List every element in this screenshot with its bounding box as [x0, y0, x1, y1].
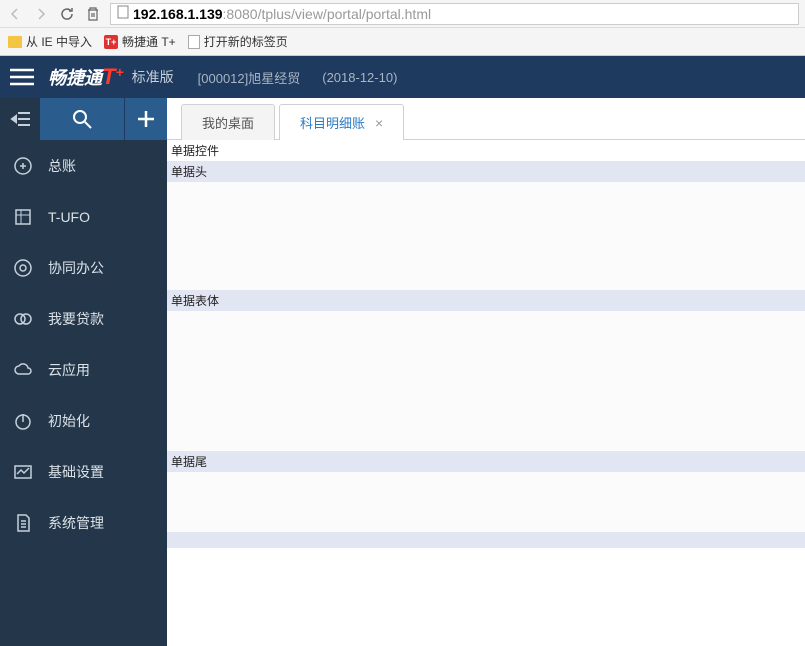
- sidebar-top-actions: [0, 98, 167, 140]
- content-area: 我的桌面 科目明细账 × 单据控件 单据头 单据表体 单据尾: [167, 98, 805, 646]
- date-info: (2018-12-10): [322, 70, 397, 85]
- document-header-body: [167, 182, 805, 290]
- hamburger-icon[interactable]: [10, 68, 34, 86]
- company-info: [000012]旭星经贸: [198, 68, 301, 87]
- document-area: 单据控件 单据头 单据表体 单据尾: [167, 140, 805, 646]
- sidebar-item-loan[interactable]: 我要贷款: [0, 293, 167, 344]
- report-icon: [12, 206, 34, 228]
- sidebar-item-label: 基础设置: [48, 462, 104, 482]
- url-text: 192.168.1.139:8080/tplus/view/portal/por…: [133, 6, 792, 22]
- browser-toolbar: 192.168.1.139:8080/tplus/view/portal/por…: [0, 0, 805, 28]
- outdent-button[interactable]: [0, 98, 40, 140]
- sidebar-item-system[interactable]: 系统管理: [0, 497, 167, 548]
- sidebar-item-tufo[interactable]: T-UFO: [0, 191, 167, 242]
- close-icon[interactable]: ×: [375, 116, 383, 130]
- sidebar-menu: 总账 T-UFO 协同办公 我要贷款 云应用 初始化: [0, 140, 167, 548]
- sidebar-item-init[interactable]: 初始化: [0, 395, 167, 446]
- document-icon: [12, 512, 34, 534]
- tplus-icon: T+: [104, 35, 118, 49]
- bookmark-label: 从 IE 中导入: [26, 33, 92, 50]
- tab-bar: 我的桌面 科目明细账 ×: [167, 98, 805, 140]
- url-bar[interactable]: 192.168.1.139:8080/tplus/view/portal/por…: [110, 3, 799, 25]
- tab-label: 我的桌面: [202, 113, 254, 132]
- document-trailing-band: [167, 532, 805, 548]
- edition-label: 标准版: [132, 67, 174, 87]
- tab-detail-ledger[interactable]: 科目明细账 ×: [279, 104, 404, 140]
- bookmark-label: 畅捷通 T+: [122, 33, 176, 50]
- document-footer-label: 单据尾: [167, 451, 805, 472]
- sidebar: 总账 T-UFO 协同办公 我要贷款 云应用 初始化: [0, 98, 167, 646]
- bookmarks-bar: 从 IE 中导入 T+ 畅捷通 T+ 打开新的标签页: [0, 28, 805, 56]
- forward-button[interactable]: [32, 5, 50, 23]
- reload-button[interactable]: [58, 5, 76, 23]
- sidebar-item-label: 我要贷款: [48, 309, 104, 329]
- search-button[interactable]: [40, 98, 125, 140]
- sidebar-item-label: T-UFO: [48, 209, 90, 225]
- sidebar-item-label: 云应用: [48, 360, 90, 380]
- document-control-label: 单据控件: [167, 140, 805, 161]
- ledger-icon: [12, 155, 34, 177]
- brand-logo: 畅捷通T+: [48, 64, 124, 90]
- folder-icon: [8, 36, 22, 48]
- tab-desktop[interactable]: 我的桌面: [181, 104, 275, 140]
- app-header: 畅捷通T+ 标准版 [000012]旭星经贸 (2018-12-10): [0, 56, 805, 98]
- sidebar-item-collab[interactable]: 协同办公: [0, 242, 167, 293]
- bookmark-ie-import[interactable]: 从 IE 中导入: [8, 33, 92, 50]
- bookmark-new-tab[interactable]: 打开新的标签页: [188, 33, 288, 50]
- document-body-body: [167, 311, 805, 451]
- add-button[interactable]: [125, 98, 167, 140]
- page-icon: [188, 35, 200, 49]
- sidebar-item-label: 协同办公: [48, 258, 104, 278]
- sidebar-item-cloud[interactable]: 云应用: [0, 344, 167, 395]
- sidebar-item-label: 系统管理: [48, 513, 104, 533]
- sidebar-item-label: 初始化: [48, 411, 90, 431]
- target-icon: [12, 257, 34, 279]
- cloud-icon: [12, 359, 34, 381]
- bookmark-label: 打开新的标签页: [204, 33, 288, 50]
- sidebar-item-ledger[interactable]: 总账: [0, 140, 167, 191]
- document-body-label: 单据表体: [167, 290, 805, 311]
- back-button[interactable]: [6, 5, 24, 23]
- document-header-label: 单据头: [167, 161, 805, 182]
- document-footer-body: [167, 472, 805, 532]
- page-icon: [117, 5, 129, 22]
- chart-icon: [12, 461, 34, 483]
- tab-label: 科目明细账: [300, 113, 365, 132]
- bookmark-tplus[interactable]: T+ 畅捷通 T+: [104, 33, 176, 50]
- trash-button[interactable]: [84, 5, 102, 23]
- sidebar-item-settings[interactable]: 基础设置: [0, 446, 167, 497]
- power-icon: [12, 410, 34, 432]
- sidebar-item-label: 总账: [48, 156, 76, 176]
- money-icon: [12, 308, 34, 330]
